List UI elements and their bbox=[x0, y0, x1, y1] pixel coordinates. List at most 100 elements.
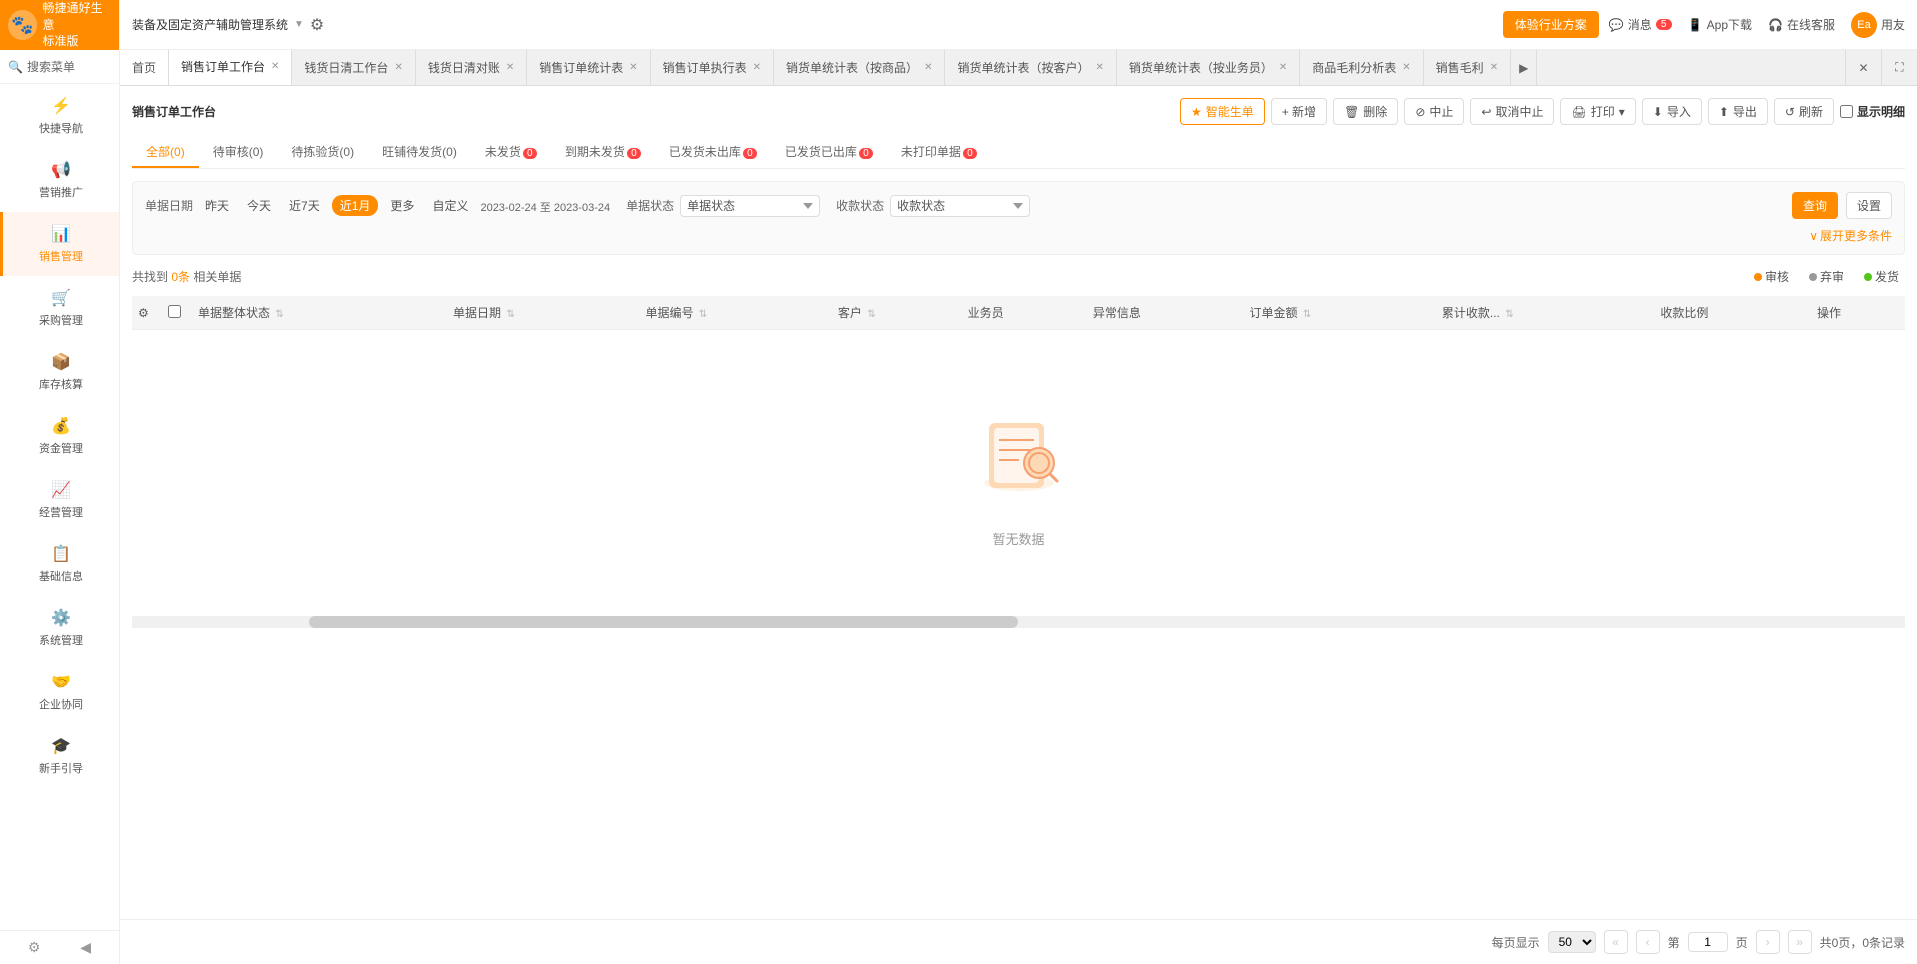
batch-unreview-button[interactable]: 弃审 bbox=[1803, 265, 1850, 288]
subtab-all[interactable]: 全部(0) bbox=[132, 137, 199, 168]
filter-payment-select[interactable]: 收款状态 bbox=[890, 195, 1030, 217]
show-detail-input[interactable] bbox=[1840, 105, 1853, 118]
refresh-button[interactable]: ↺ 刷新 bbox=[1774, 98, 1834, 125]
next-page-button[interactable]: › bbox=[1756, 930, 1780, 954]
tab-gross-margin-close[interactable]: ✕ bbox=[1402, 62, 1410, 73]
sidebar-item-system[interactable]: ⚙️ 系统管理 bbox=[0, 596, 119, 660]
sidebar-item-basic-info[interactable]: 📋 基础信息 bbox=[0, 532, 119, 596]
export-button[interactable]: ⬆ 导出 bbox=[1708, 98, 1768, 125]
tab-sales-stats[interactable]: 销售订单统计表 ✕ bbox=[527, 50, 650, 86]
cancel-stop-button[interactable]: ↩ 取消中止 bbox=[1470, 98, 1554, 125]
tab-restore-button[interactable]: ⛶ bbox=[1881, 50, 1917, 86]
message-button[interactable]: 💬 消息 5 bbox=[1609, 16, 1672, 33]
filter-date-today[interactable]: 今天 bbox=[241, 195, 277, 216]
tab-sales-summary-staff-close[interactable]: ✕ bbox=[1279, 62, 1287, 73]
sidebar-item-inventory[interactable]: 📦 库存核算 bbox=[0, 340, 119, 404]
th-settings[interactable]: ⚙ bbox=[132, 296, 162, 330]
import-button[interactable]: ⬇ 导入 bbox=[1642, 98, 1702, 125]
page-label: 第 bbox=[1668, 934, 1680, 951]
sidebar-item-purchase[interactable]: 🛒 采购管理 bbox=[0, 276, 119, 340]
scrollbar-thumb[interactable] bbox=[309, 616, 1018, 628]
prev-page-button[interactable]: ‹ bbox=[1636, 930, 1660, 954]
sidebar-item-enterprise[interactable]: 🤝 企业协同 bbox=[0, 660, 119, 724]
smart-order-button[interactable]: ★ 智能生单 bbox=[1180, 98, 1265, 125]
sidebar-collapse-button[interactable]: ◀ bbox=[80, 939, 91, 956]
subtab-shipped-out[interactable]: 已发货已出库0 bbox=[771, 137, 887, 168]
sidebar-settings-button[interactable]: ⚙ bbox=[28, 939, 41, 956]
show-detail-checkbox[interactable]: 显示明细 bbox=[1840, 103, 1905, 120]
app-download-button[interactable]: 📱 App下载 bbox=[1688, 16, 1752, 33]
sort-date-icon[interactable]: ⇅ bbox=[506, 309, 514, 320]
industry-solution-button[interactable]: 体验行业方案 bbox=[1503, 11, 1599, 38]
sidebar-item-quick-nav[interactable]: ⚡ 快捷导航 bbox=[0, 84, 119, 148]
tab-home[interactable]: 首页 bbox=[120, 50, 169, 86]
select-all-checkbox[interactable] bbox=[168, 305, 181, 318]
filter-date-more[interactable]: 更多 bbox=[384, 195, 420, 216]
sidebar-item-operation[interactable]: 📈 经营管理 bbox=[0, 468, 119, 532]
batch-ship-button[interactable]: 发货 bbox=[1858, 265, 1905, 288]
filter-status-select[interactable]: 单据状态 bbox=[680, 195, 820, 217]
delete-button[interactable]: 🗑 删除 bbox=[1333, 98, 1398, 125]
tab-sales-margin-close[interactable]: ✕ bbox=[1490, 62, 1498, 73]
data-table: ⚙ 单据整体状态 ⇅ 单据日期 ⇅ 单据编号 ⇅ 客户 bbox=[132, 296, 1905, 616]
topbar-settings-icon[interactable]: ⚙ bbox=[310, 15, 324, 35]
tab-close-all-button[interactable]: ✕ bbox=[1845, 50, 1881, 86]
subtab-overdue-not-shipped[interactable]: 到期未发货0 bbox=[551, 137, 655, 168]
filter-date-yesterday[interactable]: 昨天 bbox=[199, 195, 235, 216]
sort-number-icon[interactable]: ⇅ bbox=[699, 309, 707, 320]
tab-sales-summary-customer-close[interactable]: ✕ bbox=[1095, 62, 1103, 73]
tabbar-more-button[interactable]: ▶ bbox=[1511, 50, 1537, 86]
sort-amount-icon[interactable]: ⇅ bbox=[1303, 309, 1311, 320]
subtab-pending-review[interactable]: 待审核(0) bbox=[199, 137, 278, 168]
sort-status-icon[interactable]: ⇅ bbox=[275, 309, 283, 320]
sort-accumulated-icon[interactable]: ⇅ bbox=[1505, 309, 1513, 320]
subtab-wangpu[interactable]: 旺铺待发货(0) bbox=[368, 137, 471, 168]
sidebar-item-finance[interactable]: 💰 资金管理 bbox=[0, 404, 119, 468]
search-button[interactable]: 查询 bbox=[1792, 192, 1838, 219]
batch-review-button[interactable]: 审核 bbox=[1748, 265, 1795, 288]
sidebar-item-sales[interactable]: 📊 销售管理 bbox=[0, 212, 119, 276]
tab-cash-daily[interactable]: 钱货日清工作台 ✕ bbox=[292, 50, 415, 86]
subtab-not-shipped[interactable]: 未发货0 bbox=[471, 137, 551, 168]
sort-customer-icon[interactable]: ⇅ bbox=[867, 309, 875, 320]
th-checkbox[interactable] bbox=[162, 296, 192, 330]
tab-cash-account-close[interactable]: ✕ bbox=[506, 62, 514, 73]
filter-settings-button[interactable]: 设置 bbox=[1846, 192, 1892, 219]
sidebar-item-guide[interactable]: 🎓 新手引导 bbox=[0, 724, 119, 788]
tab-cash-daily-close[interactable]: ✕ bbox=[394, 62, 402, 73]
tab-sales-summary-customer[interactable]: 销货单统计表（按客户） ✕ bbox=[945, 50, 1116, 86]
tab-sales-margin[interactable]: 销售毛利 ✕ bbox=[1424, 50, 1511, 86]
topbar-dropdown-icon[interactable]: ▼ bbox=[294, 19, 304, 30]
filter-date-7days[interactable]: 近7天 bbox=[283, 195, 326, 216]
tab-sales-summary-staff[interactable]: 销货单统计表（按业务员） ✕ bbox=[1117, 50, 1300, 86]
tab-gross-margin[interactable]: 商品毛利分析表 ✕ bbox=[1300, 50, 1423, 86]
tab-sales-stats-close[interactable]: ✕ bbox=[629, 62, 637, 73]
tab-cash-account[interactable]: 钱货日清对账 ✕ bbox=[416, 50, 527, 86]
subtab-shipped-not-warehouse[interactable]: 已发货未出库0 bbox=[655, 137, 771, 168]
per-page-select[interactable]: 50 bbox=[1548, 931, 1596, 953]
filter-expand-button[interactable]: ∨ 展开更多条件 bbox=[1809, 227, 1892, 244]
tab-sales-summary-product[interactable]: 销货单统计表（按商品） ✕ bbox=[774, 50, 945, 86]
print-button[interactable]: 🖨 打印 ▾ bbox=[1560, 98, 1635, 125]
tab-sales-exec[interactable]: 销售订单执行表 ✕ bbox=[651, 50, 774, 86]
add-button[interactable]: + 新增 bbox=[1271, 98, 1327, 125]
tab-sales-summary-product-close[interactable]: ✕ bbox=[924, 62, 932, 73]
last-page-button[interactable]: » bbox=[1788, 930, 1812, 954]
subtab-not-printed[interactable]: 未打印单据0 bbox=[887, 137, 991, 168]
marketing-icon: 📢 bbox=[51, 160, 71, 180]
first-page-button[interactable]: « bbox=[1604, 930, 1628, 954]
tab-sales-exec-close[interactable]: ✕ bbox=[753, 62, 761, 73]
tab-sales-order[interactable]: 销售订单工作台 ✕ bbox=[169, 50, 292, 86]
horizontal-scrollbar[interactable] bbox=[132, 616, 1905, 628]
user-menu-button[interactable]: Ea 用友 bbox=[1851, 12, 1905, 38]
filter-date-1month[interactable]: 近1月 bbox=[332, 195, 379, 216]
page-input[interactable] bbox=[1688, 932, 1728, 952]
sidebar-item-marketing[interactable]: 📢 营销推广 bbox=[0, 148, 119, 212]
tab-sales-order-close[interactable]: ✕ bbox=[271, 61, 279, 72]
filter-date-custom[interactable]: 自定义 bbox=[426, 195, 474, 216]
sidebar-search[interactable]: 🔍 搜索菜单 bbox=[0, 50, 119, 84]
subtab-pending-inspection[interactable]: 待拣验货(0) bbox=[277, 137, 368, 168]
online-service-button[interactable]: 🎧 在线客服 bbox=[1768, 16, 1835, 33]
th-date: 单据日期 ⇅ bbox=[447, 296, 639, 330]
stop-button[interactable]: ⊘ 中止 bbox=[1404, 98, 1464, 125]
